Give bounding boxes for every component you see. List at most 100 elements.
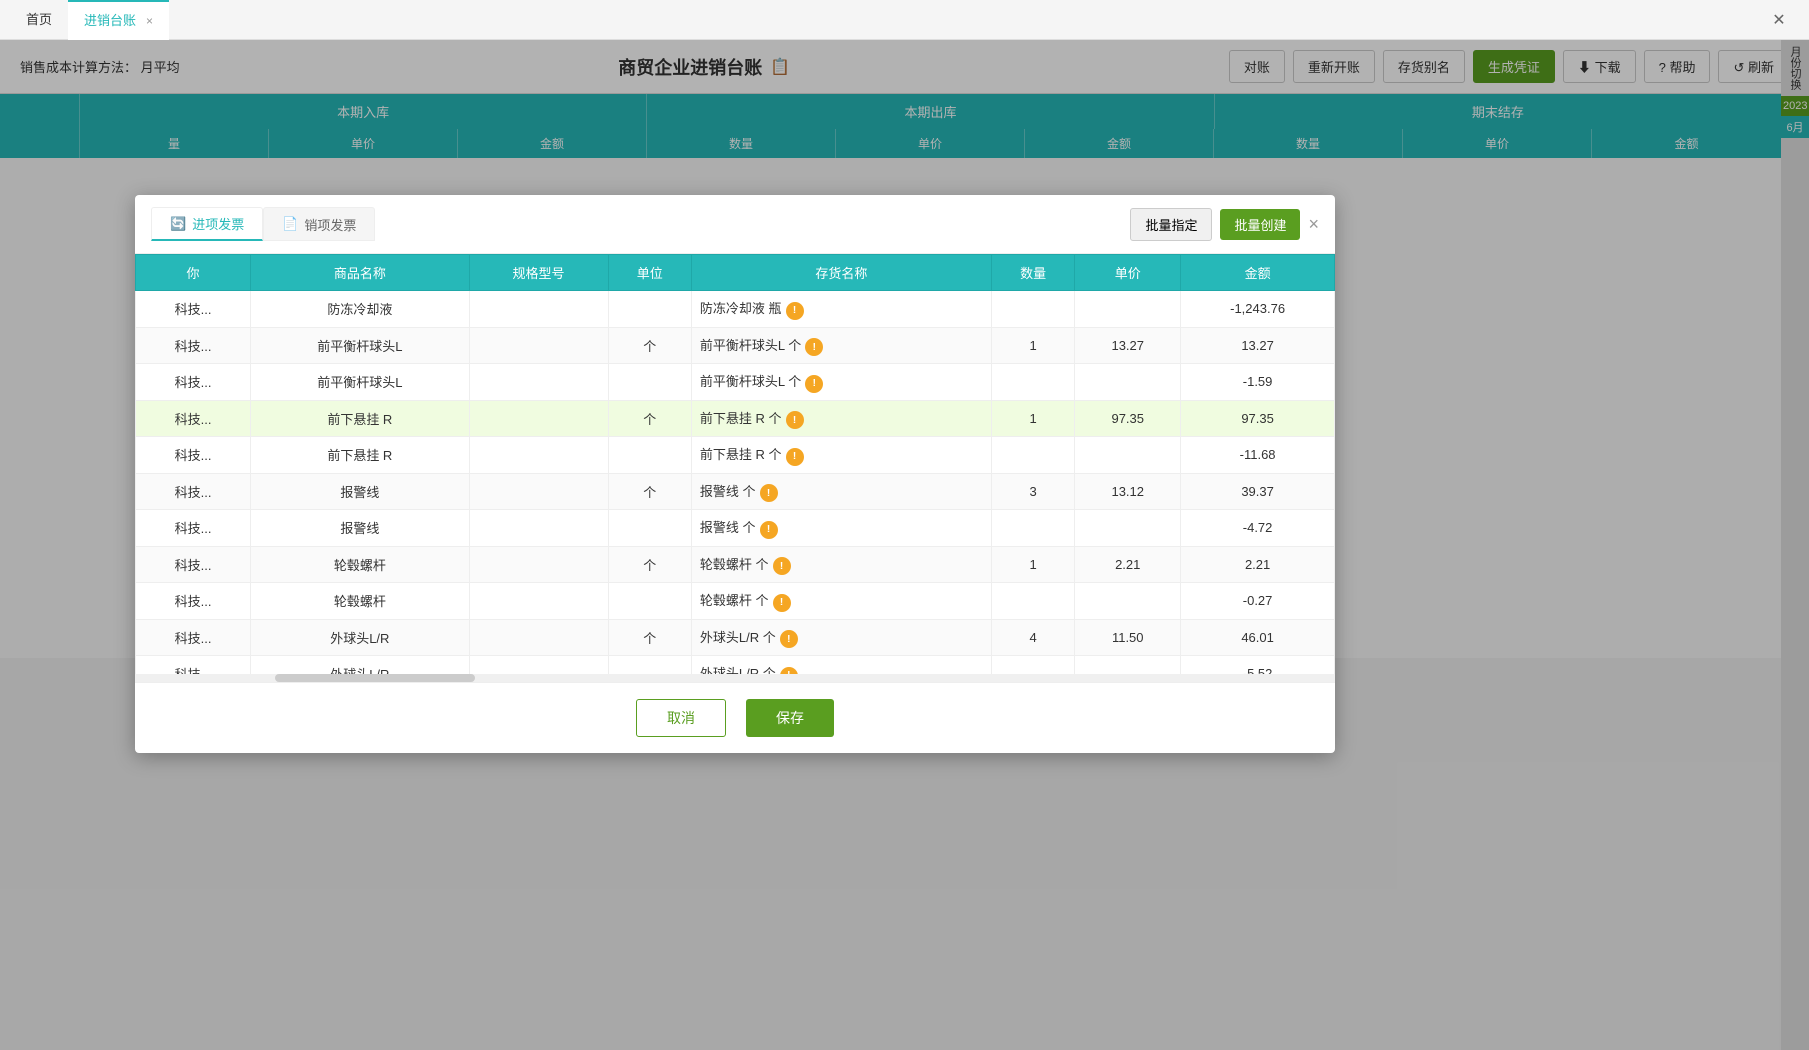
horizontal-scrollbar[interactable] xyxy=(135,674,1335,682)
cell-company: 科技... xyxy=(136,473,251,510)
cell-spec xyxy=(469,546,608,583)
modal-header-right: 批量指定 批量创建 × xyxy=(1130,208,1319,241)
cell-company: 科技... xyxy=(136,291,251,328)
cell-price: 97.35 xyxy=(1075,400,1181,437)
cell-company: 科技... xyxy=(136,364,251,401)
table-row[interactable]: 科技...轮毂螺杆个轮毂螺杆 个!12.212.21 xyxy=(136,546,1335,583)
invoice-table: 你 商品名称 规格型号 单位 存货名称 数量 单价 金额 科技...防冻冷却液防… xyxy=(135,254,1335,674)
cell-unit xyxy=(608,510,691,547)
cell-spec xyxy=(469,437,608,474)
cell-price xyxy=(1075,656,1181,675)
tab-sales-invoice[interactable]: 📄 销项发票 xyxy=(263,207,375,241)
cell-unit: 个 xyxy=(608,473,691,510)
cell-product: 前平衡杆球头L xyxy=(251,364,470,401)
cell-price: 2.21 xyxy=(1075,546,1181,583)
top-bar: 首页 进销台账 × ✕ xyxy=(0,0,1809,40)
col-header-unit: 单位 xyxy=(608,255,691,291)
warning-icon[interactable]: ! xyxy=(805,338,823,356)
modal-close-button[interactable]: × xyxy=(1308,214,1319,235)
cell-price xyxy=(1075,364,1181,401)
cell-company: 科技... xyxy=(136,546,251,583)
table-row[interactable]: 科技...防冻冷却液防冻冷却液 瓶!-1,243.76 xyxy=(136,291,1335,328)
inventory-text: 轮毂螺杆 个 xyxy=(700,557,769,572)
inventory-text: 防冻冷却液 瓶 xyxy=(700,301,782,316)
cell-product: 前下悬挂 R xyxy=(251,437,470,474)
table-row[interactable]: 科技...外球头L/R 外球头L/R 个! -5.52 xyxy=(136,656,1335,675)
cell-company: 科技... xyxy=(136,327,251,364)
cell-qty: 1 xyxy=(991,400,1074,437)
table-row[interactable]: 科技...前平衡杆球头L 前平衡杆球头L 个! -1.59 xyxy=(136,364,1335,401)
cell-qty xyxy=(991,437,1074,474)
warning-icon[interactable]: ! xyxy=(760,521,778,539)
cell-product: 前下悬挂 R xyxy=(251,400,470,437)
cell-price xyxy=(1075,291,1181,328)
table-row[interactable]: 科技...外球头L/R个外球头L/R 个!411.5046.01 xyxy=(136,619,1335,656)
warning-icon[interactable]: ! xyxy=(786,448,804,466)
tab-purchase-invoice[interactable]: 🔄 进项发票 xyxy=(151,207,263,241)
cancel-button[interactable]: 取消 xyxy=(636,699,726,737)
cell-product: 外球头L/R xyxy=(251,619,470,656)
cell-qty xyxy=(991,510,1074,547)
cell-qty xyxy=(991,583,1074,620)
batch-assign-button[interactable]: 批量指定 xyxy=(1130,208,1212,241)
inventory-text: 前平衡杆球头L 个 xyxy=(700,374,801,389)
cell-qty: 1 xyxy=(991,327,1074,364)
scrollbar-thumb[interactable] xyxy=(275,674,475,682)
cell-company: 科技... xyxy=(136,400,251,437)
window-close-button[interactable]: ✕ xyxy=(1759,0,1799,40)
cell-qty xyxy=(991,291,1074,328)
save-button[interactable]: 保存 xyxy=(746,699,834,737)
table-row[interactable]: 科技...报警线 报警线 个! -4.72 xyxy=(136,510,1335,547)
tab-home[interactable]: 首页 xyxy=(10,0,68,40)
cell-unit xyxy=(608,583,691,620)
cell-spec xyxy=(469,327,608,364)
warning-icon[interactable]: ! xyxy=(780,667,798,675)
batch-create-button[interactable]: 批量创建 xyxy=(1220,209,1300,240)
sales-tab-icon: 📄 xyxy=(282,216,298,232)
warning-icon[interactable]: ! xyxy=(760,484,778,502)
cell-inventory: 前平衡杆球头L 个! xyxy=(691,327,991,364)
warning-icon[interactable]: ! xyxy=(780,630,798,648)
purchase-tab-label: 进项发票 xyxy=(192,214,244,233)
table-row[interactable]: 科技...前下悬挂 R个前下悬挂 R 个!197.3597.35 xyxy=(136,400,1335,437)
cell-amount: 46.01 xyxy=(1181,619,1335,656)
cell-company: 科技... xyxy=(136,619,251,656)
warning-icon[interactable]: ! xyxy=(773,594,791,612)
cell-company: 科技... xyxy=(136,510,251,547)
inventory-text: 前下悬挂 R 个 xyxy=(700,411,782,426)
modal-footer: 取消 保存 xyxy=(135,682,1335,753)
cell-inventory: 前下悬挂 R 个! xyxy=(691,437,991,474)
modal-dialog: 🔄 进项发票 📄 销项发票 批量指定 批量创建 × 你 商 xyxy=(135,195,1335,753)
modal-tabs: 🔄 进项发票 📄 销项发票 xyxy=(151,207,375,241)
warning-icon[interactable]: ! xyxy=(786,302,804,320)
cell-amount: -5.52 xyxy=(1181,656,1335,675)
cell-product: 外球头L/R xyxy=(251,656,470,675)
cell-amount: -4.72 xyxy=(1181,510,1335,547)
cell-company: 科技... xyxy=(136,656,251,675)
tab-close-icon[interactable]: × xyxy=(146,1,153,41)
cell-product: 报警线 xyxy=(251,510,470,547)
inventory-text: 外球头L/R 个 xyxy=(700,666,776,674)
top-bar-right: ✕ xyxy=(1759,0,1799,40)
cell-spec xyxy=(469,510,608,547)
cell-qty xyxy=(991,656,1074,675)
cell-spec xyxy=(469,473,608,510)
warning-icon[interactable]: ! xyxy=(786,411,804,429)
inventory-text: 报警线 个 xyxy=(700,520,756,535)
warning-icon[interactable]: ! xyxy=(805,375,823,393)
cell-spec xyxy=(469,619,608,656)
table-row[interactable]: 科技...轮毂螺杆轮毂螺杆 个!-0.27 xyxy=(136,583,1335,620)
cell-product: 轮毂螺杆 xyxy=(251,583,470,620)
tab-active[interactable]: 进销台账 × xyxy=(68,0,169,40)
modal-table-wrapper[interactable]: 你 商品名称 规格型号 单位 存货名称 数量 单价 金额 科技...防冻冷却液防… xyxy=(135,254,1335,674)
warning-icon[interactable]: ! xyxy=(773,557,791,575)
cell-spec xyxy=(469,583,608,620)
cell-inventory: 报警线 个! xyxy=(691,510,991,547)
table-row[interactable]: 科技...前平衡杆球头L个前平衡杆球头L 个!113.2713.27 xyxy=(136,327,1335,364)
cell-amount: -1.59 xyxy=(1181,364,1335,401)
active-tab-label: 进销台账 xyxy=(84,1,136,41)
table-row[interactable]: 科技...报警线个报警线 个!313.1239.37 xyxy=(136,473,1335,510)
modal-header: 🔄 进项发票 📄 销项发票 批量指定 批量创建 × xyxy=(135,195,1335,254)
col-header-spec: 规格型号 xyxy=(469,255,608,291)
table-row[interactable]: 科技...前下悬挂 R前下悬挂 R 个!-11.68 xyxy=(136,437,1335,474)
